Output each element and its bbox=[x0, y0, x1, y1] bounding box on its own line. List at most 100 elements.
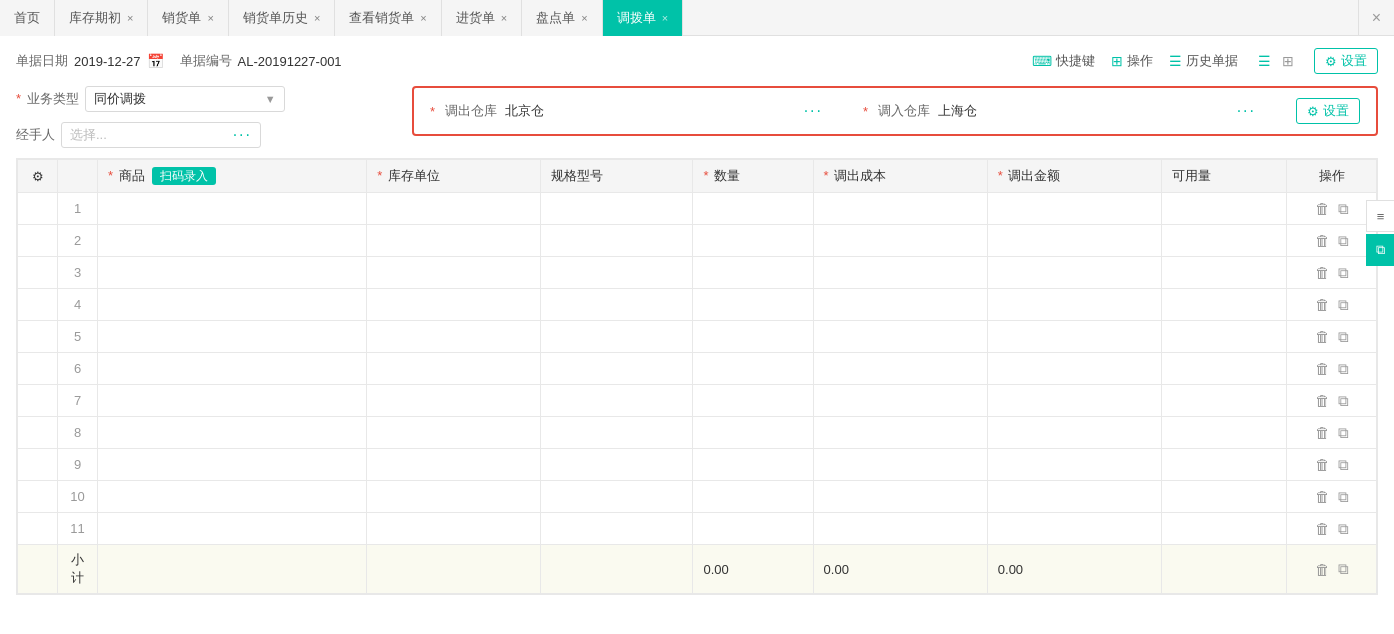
row-amount[interactable] bbox=[987, 513, 1161, 545]
tab-inventory-init-close[interactable]: × bbox=[127, 12, 133, 24]
tab-stock-check[interactable]: 盘点单 × bbox=[522, 0, 602, 36]
tab-sales-order[interactable]: 销货单 × bbox=[148, 0, 228, 36]
row-available[interactable] bbox=[1162, 321, 1287, 353]
row-unit[interactable] bbox=[367, 449, 541, 481]
scan-button[interactable]: 扫码录入 bbox=[152, 167, 216, 185]
row-unit[interactable] bbox=[367, 481, 541, 513]
row-spec[interactable] bbox=[541, 449, 693, 481]
history-action[interactable]: ☰ 历史单据 bbox=[1169, 52, 1238, 70]
tab-check-sales[interactable]: 查看销货单 × bbox=[335, 0, 441, 36]
row-cost[interactable] bbox=[813, 193, 987, 225]
row-qty[interactable] bbox=[693, 449, 813, 481]
row-product[interactable] bbox=[98, 353, 367, 385]
row-cost[interactable] bbox=[813, 385, 987, 417]
tab-sales-order-close[interactable]: × bbox=[207, 12, 213, 24]
row-spec[interactable] bbox=[541, 417, 693, 449]
row-cost[interactable] bbox=[813, 481, 987, 513]
calendar-icon[interactable]: 📅 bbox=[147, 53, 164, 69]
row-spec[interactable] bbox=[541, 481, 693, 513]
tab-purchase-order-close[interactable]: × bbox=[501, 12, 507, 24]
copy-icon[interactable]: ⧉ bbox=[1338, 456, 1349, 474]
row-amount[interactable] bbox=[987, 449, 1161, 481]
row-available[interactable] bbox=[1162, 353, 1287, 385]
operations-action[interactable]: ⊞ 操作 bbox=[1111, 52, 1153, 70]
tab-sales-history[interactable]: 销货单历史 × bbox=[229, 0, 335, 36]
row-qty[interactable] bbox=[693, 321, 813, 353]
table-settings-icon[interactable]: ⚙ bbox=[32, 169, 44, 184]
row-spec[interactable] bbox=[541, 513, 693, 545]
row-amount[interactable] bbox=[987, 289, 1161, 321]
row-unit[interactable] bbox=[367, 513, 541, 545]
row-cost[interactable] bbox=[813, 225, 987, 257]
tab-purchase-order[interactable]: 进货单 × bbox=[442, 0, 522, 36]
row-available[interactable] bbox=[1162, 481, 1287, 513]
row-available[interactable] bbox=[1162, 513, 1287, 545]
delete-icon[interactable]: 🗑 bbox=[1315, 424, 1330, 441]
tab-home[interactable]: 首页 bbox=[0, 0, 55, 36]
row-unit[interactable] bbox=[367, 257, 541, 289]
row-cost[interactable] bbox=[813, 321, 987, 353]
row-available[interactable] bbox=[1162, 449, 1287, 481]
row-product[interactable] bbox=[98, 449, 367, 481]
operator-placeholder[interactable]: 选择... bbox=[70, 126, 225, 144]
tab-inventory-init[interactable]: 库存期初 × bbox=[55, 0, 148, 36]
row-available[interactable] bbox=[1162, 385, 1287, 417]
operator-more-icon[interactable]: ··· bbox=[233, 126, 252, 144]
side-note-button[interactable]: ≡ bbox=[1366, 200, 1394, 232]
row-product[interactable] bbox=[98, 321, 367, 353]
delete-icon[interactable]: 🗑 bbox=[1315, 296, 1330, 313]
delete-icon[interactable]: 🗑 bbox=[1315, 264, 1330, 281]
row-amount[interactable] bbox=[987, 417, 1161, 449]
row-product[interactable] bbox=[98, 481, 367, 513]
row-amount[interactable] bbox=[987, 353, 1161, 385]
layout-icon-list[interactable]: ☰ bbox=[1254, 51, 1274, 71]
row-qty[interactable] bbox=[693, 353, 813, 385]
row-product[interactable] bbox=[98, 257, 367, 289]
layout-icon-grid[interactable]: ⊞ bbox=[1278, 51, 1298, 71]
delete-icon[interactable]: 🗑 bbox=[1315, 360, 1330, 377]
side-export-button[interactable]: ⧉ bbox=[1366, 234, 1394, 266]
row-cost[interactable] bbox=[813, 353, 987, 385]
tab-sales-history-close[interactable]: × bbox=[314, 12, 320, 24]
row-cost[interactable] bbox=[813, 449, 987, 481]
row-qty[interactable] bbox=[693, 513, 813, 545]
row-unit[interactable] bbox=[367, 417, 541, 449]
row-cost[interactable] bbox=[813, 289, 987, 321]
row-cost[interactable] bbox=[813, 257, 987, 289]
row-product[interactable] bbox=[98, 385, 367, 417]
row-cost[interactable] bbox=[813, 513, 987, 545]
copy-icon[interactable]: ⧉ bbox=[1338, 296, 1349, 314]
row-product[interactable] bbox=[98, 513, 367, 545]
row-available[interactable] bbox=[1162, 417, 1287, 449]
row-available[interactable] bbox=[1162, 193, 1287, 225]
row-available[interactable] bbox=[1162, 257, 1287, 289]
tab-transfer-close[interactable]: × bbox=[662, 12, 668, 24]
row-available[interactable] bbox=[1162, 225, 1287, 257]
subtotal-copy-icon[interactable]: ⧉ bbox=[1338, 560, 1349, 578]
copy-icon[interactable]: ⧉ bbox=[1338, 360, 1349, 378]
row-spec[interactable] bbox=[541, 289, 693, 321]
row-amount[interactable] bbox=[987, 257, 1161, 289]
row-amount[interactable] bbox=[987, 321, 1161, 353]
warehouse-in-value[interactable]: 上海仓 bbox=[938, 102, 1229, 120]
row-spec[interactable] bbox=[541, 225, 693, 257]
row-qty[interactable] bbox=[693, 225, 813, 257]
delete-icon[interactable]: 🗑 bbox=[1315, 520, 1330, 537]
row-unit[interactable] bbox=[367, 321, 541, 353]
row-spec[interactable] bbox=[541, 353, 693, 385]
settings-button[interactable]: ⚙ 设置 bbox=[1314, 48, 1378, 74]
tab-check-sales-close[interactable]: × bbox=[420, 12, 426, 24]
copy-icon[interactable]: ⧉ bbox=[1338, 392, 1349, 410]
warehouse-out-value[interactable]: 北京仓 bbox=[505, 102, 796, 120]
col-settings[interactable]: ⚙ bbox=[18, 160, 58, 193]
delete-icon[interactable]: 🗑 bbox=[1315, 232, 1330, 249]
warehouse-in-more-icon[interactable]: ··· bbox=[1237, 102, 1256, 120]
row-spec[interactable] bbox=[541, 193, 693, 225]
row-product[interactable] bbox=[98, 289, 367, 321]
tab-transfer[interactable]: 调拨单 × bbox=[603, 0, 683, 36]
row-available[interactable] bbox=[1162, 289, 1287, 321]
row-qty[interactable] bbox=[693, 417, 813, 449]
delete-icon[interactable]: 🗑 bbox=[1315, 200, 1330, 217]
copy-icon[interactable]: ⧉ bbox=[1338, 488, 1349, 506]
shortcuts-action[interactable]: ⌨ 快捷键 bbox=[1032, 52, 1095, 70]
